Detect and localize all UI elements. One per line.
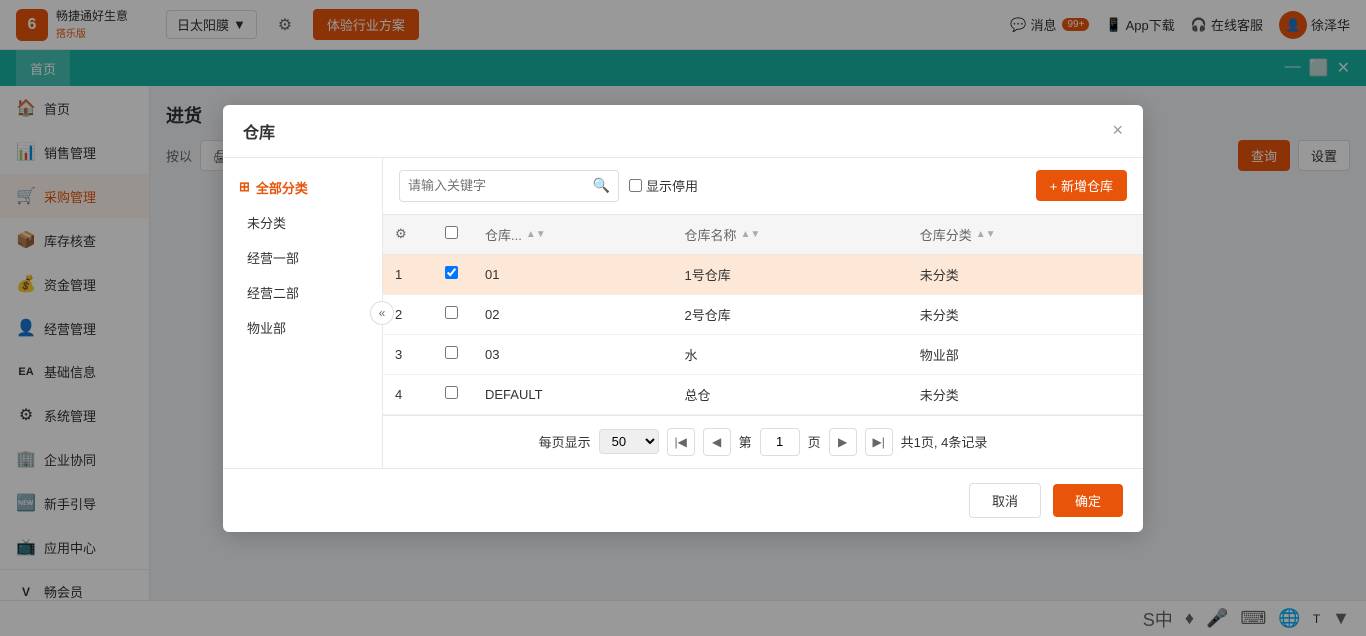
cell-checkbox[interactable] (433, 254, 473, 294)
th-settings: ⚙ (383, 215, 433, 255)
prev-page-button[interactable]: ◀ (703, 428, 731, 456)
page-number-input[interactable] (760, 428, 800, 456)
cell-name: 2号仓库 (672, 294, 907, 334)
warehouse-table: ⚙ 仓库... ▲▼ (383, 215, 1143, 415)
pagination: 每页显示 50 100 200 |◀ ◀ 第 页 ▶ ▶| 共1页, 4条记录 (383, 415, 1143, 468)
cancel-button[interactable]: 取消 (969, 483, 1041, 518)
table-row[interactable]: 1 01 1号仓库 未分类 (383, 254, 1143, 294)
th-name: 仓库名称 ▲▼ (672, 215, 907, 255)
modal-close-button[interactable]: × (1112, 120, 1123, 141)
th-category: 仓库分类 ▲▼ (908, 215, 1143, 255)
category-item-0[interactable]: 未分类 (223, 205, 382, 240)
sort-icon-category: ▲▼ (976, 229, 996, 240)
modal-header: 仓库 × (223, 105, 1143, 158)
cell-name: 1号仓库 (672, 254, 907, 294)
category-all[interactable]: ⊞ 全部分类 (223, 170, 382, 205)
modal-body: ⊞ 全部分类 未分类 经营一部 经营二部 物业部 « 🔍 (223, 158, 1143, 468)
category-item-2[interactable]: 经营二部 (223, 275, 382, 310)
select-all-checkbox[interactable] (445, 226, 458, 239)
collapse-panel-button[interactable]: « (370, 301, 394, 325)
right-toolbar: 🔍 显示停用 + 新增仓库 (383, 158, 1143, 215)
sort-icon-code: ▲▼ (526, 229, 546, 240)
th-code: 仓库... ▲▼ (473, 215, 672, 255)
modal-title: 仓库 (243, 119, 275, 143)
per-page-select[interactable]: 50 100 200 (599, 429, 659, 454)
cell-code: 01 (473, 254, 672, 294)
th-checkbox (433, 215, 473, 255)
grid-icon: ⊞ (239, 179, 250, 195)
cell-category: 未分类 (908, 254, 1143, 294)
cell-category: 物业部 (908, 334, 1143, 374)
modal-overlay: 仓库 × ⊞ 全部分类 未分类 经营一部 经营二部 物业部 « (0, 0, 1366, 636)
cell-no: 4 (383, 374, 433, 414)
table-header-row: ⚙ 仓库... ▲▼ (383, 215, 1143, 255)
right-data-panel: 🔍 显示停用 + 新增仓库 ⚙ (383, 158, 1143, 468)
show-disabled-checkbox[interactable]: 显示停用 (629, 176, 698, 195)
table-row[interactable]: 2 02 2号仓库 未分类 (383, 294, 1143, 334)
table-row[interactable]: 3 03 水 物业部 (383, 334, 1143, 374)
cell-checkbox[interactable] (433, 334, 473, 374)
cell-code: DEFAULT (473, 374, 672, 414)
add-warehouse-button[interactable]: + 新增仓库 (1036, 170, 1127, 201)
cell-code: 03 (473, 334, 672, 374)
sort-icon-name: ▲▼ (741, 229, 761, 240)
warehouse-modal: 仓库 × ⊞ 全部分类 未分类 经营一部 经营二部 物业部 « (223, 105, 1143, 532)
cell-no: 3 (383, 334, 433, 374)
cell-code: 02 (473, 294, 672, 334)
cell-name: 水 (672, 334, 907, 374)
confirm-button[interactable]: 确定 (1053, 484, 1123, 517)
search-wrap: 🔍 (399, 170, 619, 202)
search-input[interactable] (408, 178, 593, 193)
cell-category: 未分类 (908, 374, 1143, 414)
category-item-3[interactable]: 物业部 (223, 310, 382, 345)
search-icon: 🔍 (593, 177, 610, 194)
first-page-button[interactable]: |◀ (667, 428, 695, 456)
modal-footer: 取消 确定 (223, 468, 1143, 532)
cell-no: 1 (383, 254, 433, 294)
next-page-button[interactable]: ▶ (829, 428, 857, 456)
cell-checkbox[interactable] (433, 374, 473, 414)
cell-name: 总仓 (672, 374, 907, 414)
last-page-button[interactable]: ▶| (865, 428, 893, 456)
category-item-1[interactable]: 经营一部 (223, 240, 382, 275)
cell-checkbox[interactable] (433, 294, 473, 334)
left-category-panel: ⊞ 全部分类 未分类 经营一部 经营二部 物业部 « (223, 158, 383, 468)
cell-category: 未分类 (908, 294, 1143, 334)
table-row[interactable]: 4 DEFAULT 总仓 未分类 (383, 374, 1143, 414)
